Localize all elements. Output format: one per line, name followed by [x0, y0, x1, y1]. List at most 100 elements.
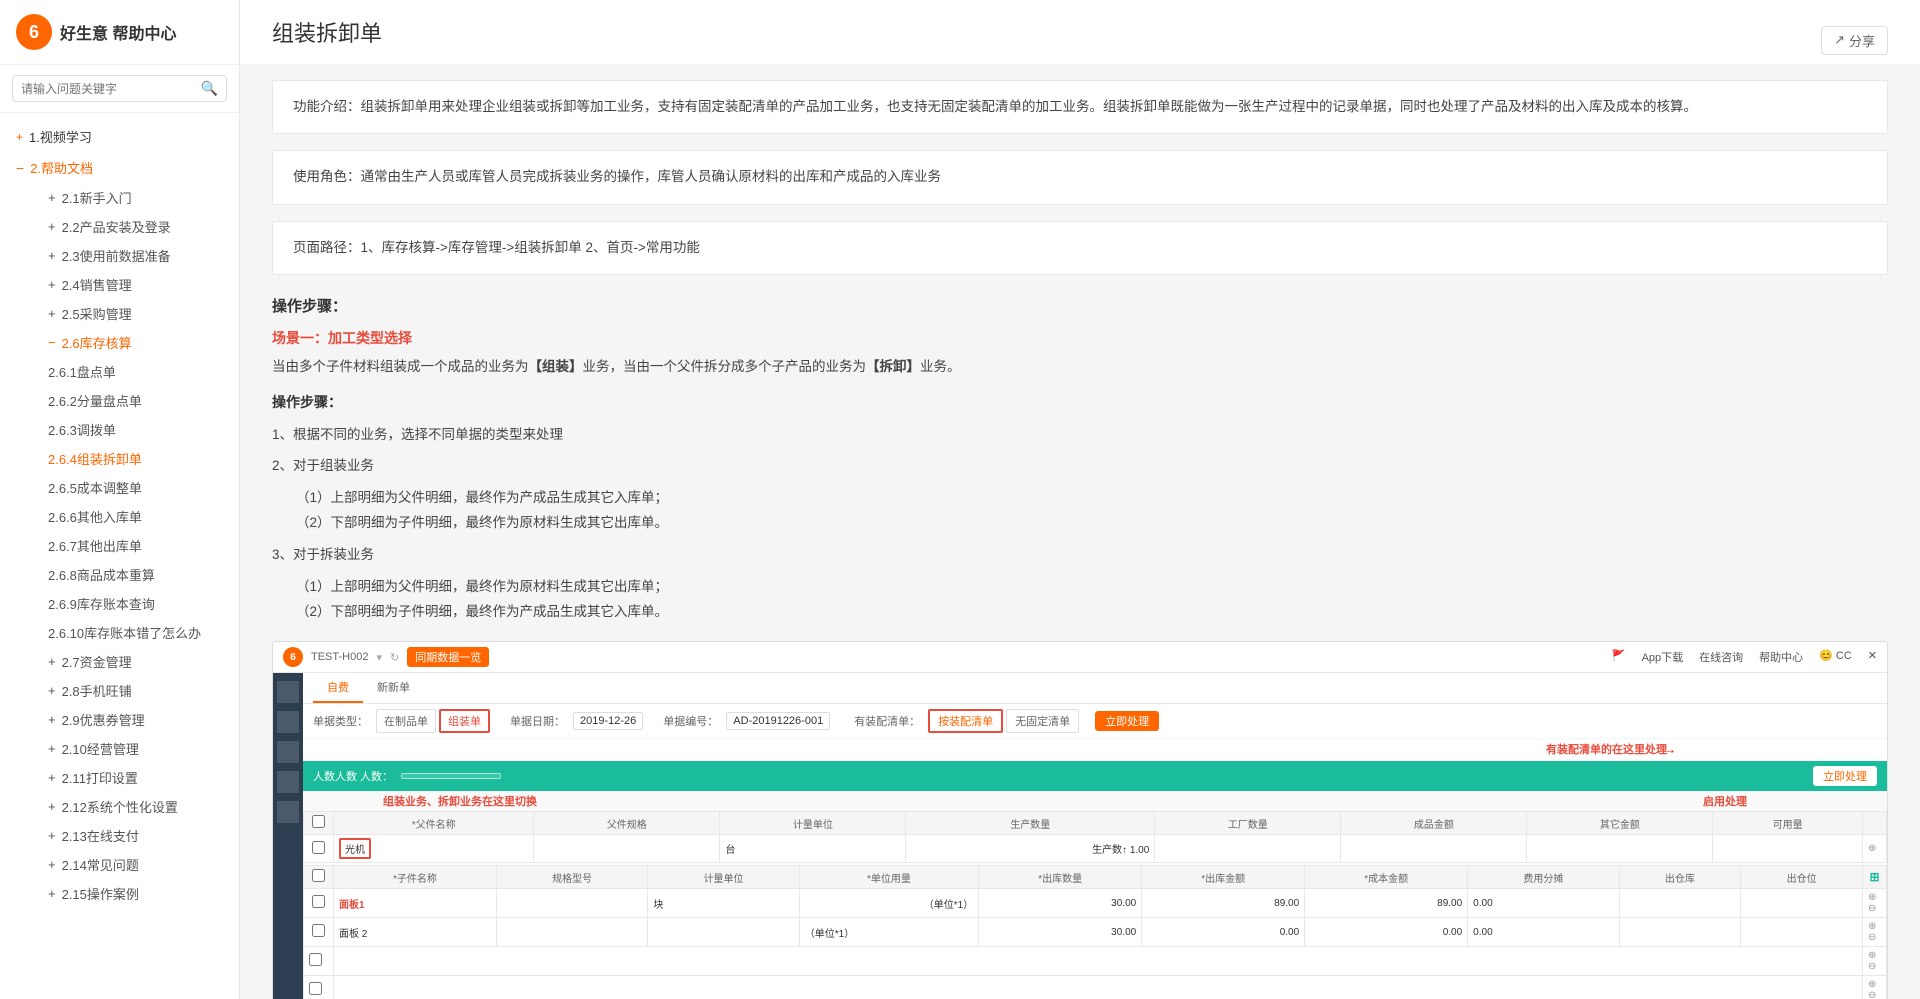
sidebar-item-funds[interactable]: + 2.7资金管理 — [32, 647, 239, 676]
table-row-child-2: 面板 2 （单位*1） 30.00 0.00 0.00 0.00 — [304, 918, 1887, 947]
child-out-loc-1 — [1741, 889, 1863, 918]
app-sidebar-icon-5 — [277, 801, 299, 823]
search-icon[interactable]: 🔍 — [201, 80, 218, 97]
child-out-qty-1: 30.00 — [979, 889, 1142, 918]
table-checkbox-all[interactable] — [312, 815, 325, 828]
green-bar-btn[interactable]: 立即处理 — [1813, 766, 1877, 786]
nav-list: + 1.视频学习 − 2.帮助文档 + 2.1新手入门 + 2.2产品安装及登录… — [0, 113, 239, 999]
sidebar-item-other-out[interactable]: 2.6.7其他出库单 — [48, 531, 239, 560]
parent-spec — [534, 835, 720, 863]
step1: 1、根据不同的业务，选择不同单据的类型来处理 — [272, 422, 1888, 448]
child-out-loc-2 — [1741, 918, 1863, 947]
parent-finish-amt — [1341, 835, 1527, 863]
sidebar: 6 好生意 帮助中心 🔍 + 1.视频学习 − 2.帮助文档 + 2.1新手入门… — [0, 0, 240, 999]
green-bar-field[interactable] — [401, 773, 501, 779]
expand-icon: + — [48, 306, 56, 321]
sidebar-item-other-in[interactable]: 2.6.6其他入库单 — [48, 502, 239, 531]
row-delete-icon[interactable]: ⊕ — [1868, 843, 1876, 854]
inventory-submenu: 2.6.1盘点单 2.6.2分量盘点单 2.6.3调拨单 2.6.4组装拆卸单 … — [32, 357, 239, 647]
row-checkbox[interactable] — [312, 841, 325, 854]
child-checkbox-1[interactable] — [312, 895, 325, 908]
assembly-btn-2[interactable]: 无固定清单 — [1006, 709, 1079, 733]
sidebar-item-assembly[interactable]: 2.6.4组装拆卸单 — [48, 444, 239, 473]
sidebar-item-custom[interactable]: + 2.12系统个性化设置 — [32, 792, 239, 821]
annotation-2: 组装业务、拆卸业务在这里切换 — [383, 793, 537, 809]
child-checkbox-all[interactable] — [312, 869, 325, 882]
parent-name-field[interactable]: 光机 — [339, 838, 371, 859]
sidebar-item-video[interactable]: + 1.视频学习 — [0, 121, 239, 152]
annotation-3: 启用处理 — [1703, 793, 1747, 809]
app-confirm-btn[interactable]: 立即处理 — [1095, 711, 1159, 731]
sidebar-item-stock-check[interactable]: 2.6.9库存账本查询 — [48, 589, 239, 618]
sidebar-item-install[interactable]: + 2.2产品安装及登录 — [32, 212, 239, 241]
child-out-amt-2: 0.00 — [1142, 918, 1305, 947]
child-fee-2: 0.00 — [1468, 918, 1619, 947]
step2-sub2: （2）下部明细为子件明细，最终作为原材料生成其它出库单。 — [296, 510, 1888, 536]
child-out-qty-2: 30.00 — [979, 918, 1142, 947]
child-checkbox-2[interactable] — [312, 924, 325, 937]
child-checkbox-4[interactable] — [309, 982, 322, 995]
child-row-4 — [334, 976, 1863, 999]
app-tab-active[interactable]: 自费 — [313, 673, 363, 703]
child-icon-3[interactable]: ⊕ ⊖ — [1868, 950, 1876, 972]
th-child-unit: 计量单位 — [648, 866, 799, 889]
child-icon-4[interactable]: ⊕ ⊖ — [1868, 979, 1876, 999]
path-block: 页面路径：1、库存核算->库存管理->组装拆卸单 2、首页->常用功能 — [272, 221, 1888, 275]
share-button[interactable]: ↗ 分享 — [1821, 26, 1888, 55]
app-form-row-1: 单据类型： 在制品单 组装单 单据日期： 2019-12-26 单据编号： AD… — [303, 704, 1887, 739]
docs-submenu: + 2.1新手入门 + 2.2产品安装及登录 + 2.3使用前数据准备 + 2.… — [0, 183, 239, 908]
sidebar-item-payment[interactable]: + 2.13在线支付 — [32, 821, 239, 850]
sidebar-item-inventory[interactable]: − 2.6库存核算 — [32, 328, 239, 357]
assembly-btn-1[interactable]: 按装配清单 — [928, 709, 1003, 733]
app-logo: 6 — [283, 647, 303, 667]
th-parent-name: *父件名称 — [334, 812, 534, 835]
sidebar-item-purchase[interactable]: + 2.5采购管理 — [32, 299, 239, 328]
app-orange-btn[interactable]: 同期数据一览 — [407, 647, 489, 667]
th-cost-amt: *成本金额 — [1305, 866, 1468, 889]
child-out-wh-2 — [1619, 918, 1741, 947]
expand-icon: + — [48, 683, 56, 698]
expand-icon: + — [48, 277, 56, 292]
child-delete-icon-1[interactable]: ⊕ ⊖ — [1868, 892, 1876, 914]
sidebar-item-coupon[interactable]: + 2.9优惠券管理 — [32, 705, 239, 734]
sidebar-item-faq[interactable]: + 2.14常见问题 — [32, 850, 239, 879]
sidebar-item-cost-calc[interactable]: 2.6.8商品成本重算 — [48, 560, 239, 589]
sidebar-item-stock-err[interactable]: 2.6.10库存账本错了怎么办 — [48, 618, 239, 647]
child-action-2: ⊕ ⊖ — [1863, 918, 1887, 947]
app-type-selector: 在制品单 组装单 — [376, 709, 490, 733]
sidebar-item-cost-adjust[interactable]: 2.6.5成本调整单 — [48, 473, 239, 502]
th-out-warehouse: 出仓库 — [1619, 866, 1741, 889]
th-child-spec: 规格型号 — [496, 866, 647, 889]
sidebar-item-stock-split[interactable]: 2.6.2分量盘点单 — [48, 386, 239, 415]
annotation-1: 有装配清单的在这里处理 — [1546, 741, 1667, 757]
sidebar-item-cases[interactable]: + 2.15操作案例 — [32, 879, 239, 908]
app-type-btn-1[interactable]: 在制品单 — [376, 709, 436, 733]
sidebar-item-data-prep[interactable]: + 2.3使用前数据准备 — [32, 241, 239, 270]
app-type-btn-2[interactable]: 组装单 — [439, 709, 490, 733]
child-spec-2 — [496, 918, 647, 947]
step2-sub1: （1）上部明细为父件明细，最终作为产成品生成其它入库单； — [296, 485, 1888, 511]
search-input[interactable] — [21, 82, 201, 96]
parent-unit: 台 — [720, 835, 906, 863]
expand-icon: + — [48, 886, 56, 901]
sidebar-item-docs[interactable]: − 2.帮助文档 — [0, 152, 239, 183]
child-delete-icon-2[interactable]: ⊕ ⊖ — [1868, 921, 1876, 943]
expand-icon: + — [48, 654, 56, 669]
sidebar-item-sales[interactable]: + 2.4销售管理 — [32, 270, 239, 299]
sidebar-item-newbie[interactable]: + 2.1新手入门 — [32, 183, 239, 212]
app-refresh-icon: ↻ — [390, 651, 399, 664]
th-action — [1863, 812, 1887, 835]
intro-block: 功能介绍：组装拆卸单用来处理企业组装或拆卸等加工业务，支持有固定装配清单的产品加… — [272, 80, 1888, 134]
app-close-btn[interactable]: ✕ — [1868, 649, 1877, 665]
content-body: 功能介绍：组装拆卸单用来处理企业组装或拆卸等加工业务，支持有固定装配清单的产品加… — [240, 80, 1920, 999]
child-checkbox-3[interactable] — [309, 953, 322, 966]
sidebar-item-mobile[interactable]: + 2.8手机旺铺 — [32, 676, 239, 705]
sidebar-item-stock-count[interactable]: 2.6.1盘点单 — [48, 357, 239, 386]
collapse-icon: − — [16, 160, 24, 176]
sidebar-item-transfer[interactable]: 2.6.3调拨单 — [48, 415, 239, 444]
sidebar-item-print[interactable]: + 2.11打印设置 — [32, 763, 239, 792]
main-content: 组装拆卸单 ↗ 分享 功能介绍：组装拆卸单用来处理企业组装或拆卸等加工业务，支持… — [240, 0, 1920, 999]
expand-rows-icon[interactable]: ⊞ — [1869, 870, 1879, 884]
app-tab-2[interactable]: 新新单 — [363, 673, 424, 703]
sidebar-item-ops[interactable]: + 2.10经营管理 — [32, 734, 239, 763]
